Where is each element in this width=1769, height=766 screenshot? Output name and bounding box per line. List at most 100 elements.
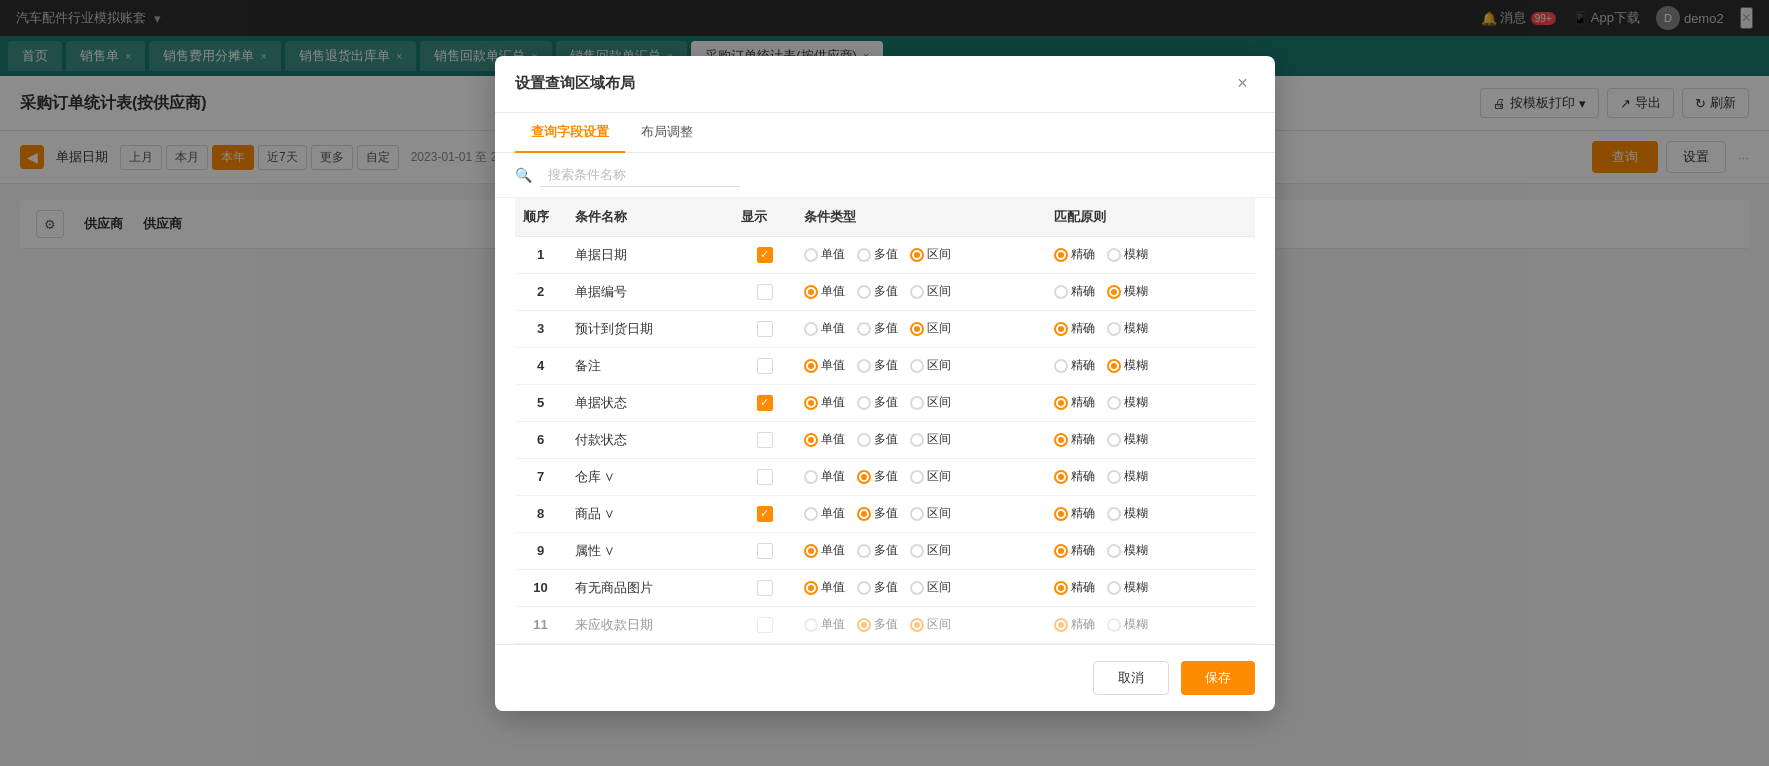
type-radio-multi[interactable]: 多值	[857, 505, 898, 522]
radio-label: 模糊	[1124, 542, 1148, 559]
match-radio-fuzzy[interactable]: 模糊	[1107, 542, 1148, 559]
display-checkbox[interactable]	[757, 395, 773, 411]
match-radio-fuzzy[interactable]: 模糊	[1107, 579, 1148, 596]
radio-label: 单值	[821, 394, 845, 411]
match-radio-fuzzy[interactable]: 模糊	[1107, 468, 1148, 485]
radio-circle	[1054, 433, 1068, 447]
modal-tab-layout[interactable]: 布局调整	[625, 113, 709, 153]
type-radio-range[interactable]: 区间	[910, 542, 951, 559]
type-radio-single[interactable]: 单值	[804, 616, 845, 633]
type-radio-single[interactable]: 单值	[804, 468, 845, 485]
match-radio-exact[interactable]: 精确	[1054, 357, 1095, 374]
type-radio-single[interactable]: 单值	[804, 246, 845, 263]
radio-circle	[804, 433, 818, 447]
display-checkbox[interactable]	[757, 432, 773, 448]
type-radio-range[interactable]: 区间	[910, 246, 951, 263]
type-radio-multi[interactable]: 多值	[857, 246, 898, 263]
match-radio-exact[interactable]: 精确	[1054, 579, 1095, 596]
search-input[interactable]	[540, 163, 740, 187]
match-radio-fuzzy[interactable]: 模糊	[1107, 505, 1148, 522]
type-radio-range[interactable]: 区间	[910, 616, 951, 633]
match-radio-exact[interactable]: 精确	[1054, 246, 1095, 263]
type-radio-multi[interactable]: 多值	[857, 357, 898, 374]
search-icon: 🔍	[515, 167, 532, 183]
radio-circle	[1054, 285, 1068, 299]
type-radio-multi[interactable]: 多值	[857, 320, 898, 337]
radio-label: 模糊	[1124, 320, 1148, 337]
radio-label: 多值	[874, 505, 898, 522]
radio-circle	[1054, 618, 1068, 632]
radio-circle	[1107, 544, 1121, 558]
radio-label: 精确	[1071, 246, 1095, 263]
type-radio-multi[interactable]: 多值	[857, 468, 898, 485]
type-radio-single[interactable]: 单值	[804, 357, 845, 374]
row-order: 10	[515, 569, 567, 606]
type-radio-range[interactable]: 区间	[910, 283, 951, 300]
radio-label: 模糊	[1124, 357, 1148, 374]
match-radio-exact[interactable]: 精确	[1054, 431, 1095, 448]
save-button[interactable]: 保存	[1181, 661, 1255, 695]
display-checkbox[interactable]	[757, 506, 773, 522]
match-radio-fuzzy[interactable]: 模糊	[1107, 616, 1148, 633]
type-radio-multi[interactable]: 多值	[857, 283, 898, 300]
radio-label: 单值	[821, 468, 845, 485]
row-display-cell	[733, 532, 796, 569]
display-checkbox[interactable]	[757, 247, 773, 263]
type-radio-single[interactable]: 单值	[804, 320, 845, 337]
row-match-cell: 精确模糊	[1046, 458, 1254, 495]
type-radio-multi[interactable]: 多值	[857, 394, 898, 411]
display-checkbox[interactable]	[757, 284, 773, 300]
match-radio-fuzzy[interactable]: 模糊	[1107, 246, 1148, 263]
radio-circle	[804, 470, 818, 484]
type-radio-multi[interactable]: 多值	[857, 542, 898, 559]
type-radio-single[interactable]: 单值	[804, 505, 845, 522]
type-radio-multi[interactable]: 多值	[857, 431, 898, 448]
match-radio-fuzzy[interactable]: 模糊	[1107, 320, 1148, 337]
match-radio-exact[interactable]: 精确	[1054, 283, 1095, 300]
type-radio-single[interactable]: 单值	[804, 579, 845, 596]
radio-label: 多值	[874, 394, 898, 411]
display-checkbox[interactable]	[757, 543, 773, 559]
match-radio-exact[interactable]: 精确	[1054, 505, 1095, 522]
table-row: 6付款状态单值多值区间精确模糊	[515, 421, 1255, 458]
type-radio-range[interactable]: 区间	[910, 394, 951, 411]
table-row: 4备注单值多值区间精确模糊	[515, 347, 1255, 384]
match-radio-exact[interactable]: 精确	[1054, 542, 1095, 559]
display-checkbox[interactable]	[757, 321, 773, 337]
row-order: 2	[515, 273, 567, 310]
type-radio-range[interactable]: 区间	[910, 320, 951, 337]
cancel-button[interactable]: 取消	[1093, 661, 1169, 695]
radio-circle	[1107, 470, 1121, 484]
match-radio-fuzzy[interactable]: 模糊	[1107, 394, 1148, 411]
type-radio-range[interactable]: 区间	[910, 579, 951, 596]
row-match-cell: 精确模糊	[1046, 495, 1254, 532]
match-radio-fuzzy[interactable]: 模糊	[1107, 357, 1148, 374]
display-checkbox[interactable]	[757, 358, 773, 374]
radio-circle	[910, 470, 924, 484]
radio-label: 单值	[821, 579, 845, 596]
radio-circle	[1054, 581, 1068, 595]
display-checkbox[interactable]	[757, 617, 773, 633]
display-checkbox[interactable]	[757, 469, 773, 485]
type-radio-range[interactable]: 区间	[910, 431, 951, 448]
radio-label: 多值	[874, 431, 898, 448]
modal-tab-query[interactable]: 查询字段设置	[515, 113, 625, 153]
type-radio-single[interactable]: 单值	[804, 431, 845, 448]
type-radio-multi[interactable]: 多值	[857, 616, 898, 633]
type-radio-range[interactable]: 区间	[910, 505, 951, 522]
match-radio-exact[interactable]: 精确	[1054, 468, 1095, 485]
th-display: 显示	[733, 198, 796, 237]
match-radio-exact[interactable]: 精确	[1054, 616, 1095, 633]
type-radio-single[interactable]: 单值	[804, 542, 845, 559]
type-radio-range[interactable]: 区间	[910, 357, 951, 374]
match-radio-exact[interactable]: 精确	[1054, 320, 1095, 337]
display-checkbox[interactable]	[757, 580, 773, 596]
match-radio-fuzzy[interactable]: 模糊	[1107, 283, 1148, 300]
type-radio-single[interactable]: 单值	[804, 394, 845, 411]
type-radio-range[interactable]: 区间	[910, 468, 951, 485]
match-radio-fuzzy[interactable]: 模糊	[1107, 431, 1148, 448]
modal-close-button[interactable]: ×	[1231, 72, 1255, 96]
match-radio-exact[interactable]: 精确	[1054, 394, 1095, 411]
type-radio-single[interactable]: 单值	[804, 283, 845, 300]
type-radio-multi[interactable]: 多值	[857, 579, 898, 596]
